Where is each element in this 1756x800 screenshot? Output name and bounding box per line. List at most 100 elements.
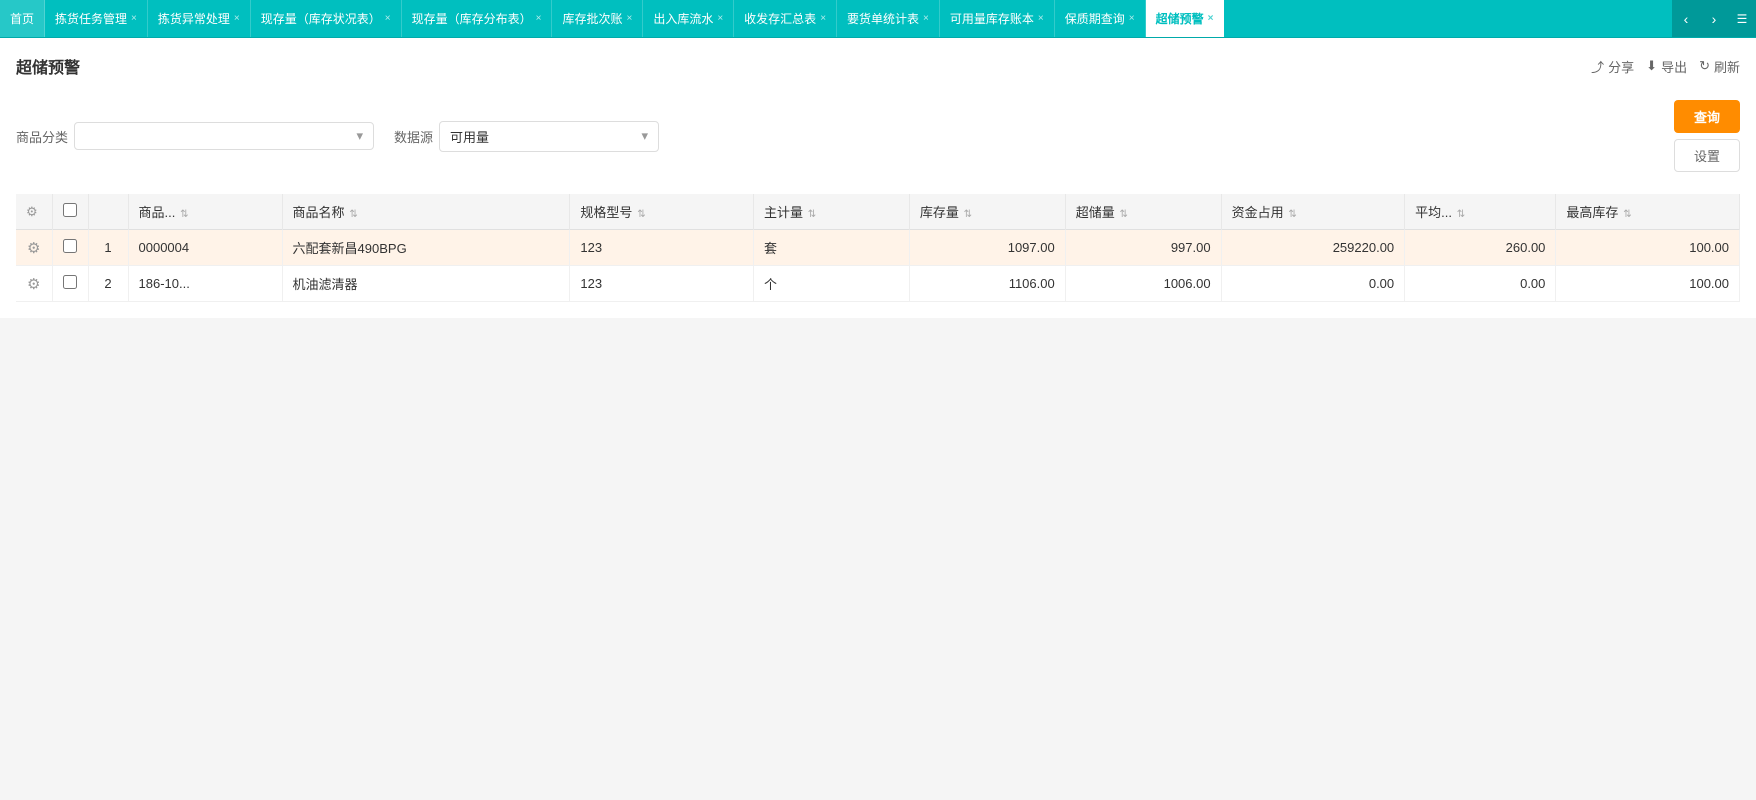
category-select[interactable]: ▾ (74, 122, 374, 150)
chevron-down-icon: ▾ (356, 128, 363, 144)
settings-button[interactable]: 设置 (1674, 139, 1740, 172)
sort-icon-product_name: ⇅ (347, 209, 358, 220)
tab-close-icon[interactable]: × (131, 13, 137, 24)
nav-tab-collect-send[interactable]: 收发存汇总表× (734, 0, 837, 38)
nav-tab-label: 现存量（库存分布表） (412, 10, 532, 27)
table-row: ⚙ 1 0000004 六配套新昌490BPG 123 套 1097.00 997.00 259… (16, 230, 1740, 266)
col-header-max_stock[interactable]: 最高库存 ⇅ (1556, 194, 1740, 230)
row-gear-icon[interactable]: ⚙ (26, 239, 42, 257)
table-body: ⚙ 1 0000004 六配套新昌490BPG 123 套 1097.00 997.00 259… (16, 230, 1740, 302)
cell-checkbox (52, 266, 88, 302)
col-header-avg[interactable]: 平均... ⇅ (1405, 194, 1556, 230)
nav-arrow-more[interactable]: ☰ (1728, 0, 1756, 38)
tab-close-icon[interactable]: × (626, 13, 632, 24)
stock-qty: 1106.00 (1009, 276, 1055, 291)
cell-avg: 0.00 (1405, 266, 1556, 302)
cell-unit: 套 (753, 230, 909, 266)
product-name: 六配套新昌490BPG (293, 241, 407, 256)
nav-tab-available-stock[interactable]: 可用量库存账本× (940, 0, 1055, 38)
col-label-overstock_qty: 超储量 (1076, 205, 1115, 220)
tab-close-icon[interactable]: × (1208, 13, 1214, 24)
product-spec: 123 (580, 240, 602, 255)
nav-tab-task-mgmt[interactable]: 拣货任务管理 × (45, 0, 148, 38)
col-header-overstock_qty[interactable]: 超储量 ⇅ (1065, 194, 1221, 230)
refresh-button[interactable]: ↻ 刷新 (1699, 57, 1740, 76)
col-label-spec: 规格型号 (580, 205, 632, 220)
nav-tab-order-stat[interactable]: 要货单统计表× (837, 0, 940, 38)
nav-arrow-right[interactable]: › (1700, 0, 1728, 38)
product-code: 0000004 (139, 240, 190, 255)
col-header-checkbox (52, 194, 88, 230)
col-header-product_name[interactable]: 商品名称 ⇅ (282, 194, 570, 230)
sort-icon-max_stock: ⇅ (1620, 209, 1631, 220)
datasource-value: 可用量 (450, 127, 489, 146)
product-unit: 套 (764, 241, 777, 256)
nav-tab-abnormal[interactable]: 拣货异常处理 × (148, 0, 251, 38)
stock-qty: 1097.00 (1008, 240, 1055, 255)
nav-tab-label: 保质期查询 (1065, 10, 1125, 27)
col-header-stock_qty[interactable]: 库存量 ⇅ (909, 194, 1065, 230)
row-checkbox[interactable] (63, 239, 77, 253)
cell-product_code: 186-10... (128, 266, 282, 302)
col-label-product_name: 商品名称 (293, 205, 345, 220)
tab-close-icon[interactable]: × (820, 13, 826, 24)
col-header-product_code[interactable]: 商品... ⇅ (128, 194, 282, 230)
avg-value: 0.00 (1520, 276, 1545, 291)
tab-close-icon[interactable]: × (1129, 13, 1135, 24)
nav-tab-quality-check[interactable]: 保质期查询 × (1055, 0, 1146, 38)
datasource-label: 数据源 (394, 127, 433, 146)
tab-close-icon[interactable]: × (717, 13, 723, 24)
max-stock: 100.00 (1689, 240, 1729, 255)
nav-tab-inout-flow[interactable]: 出入库流水 × (643, 0, 734, 38)
share-button[interactable]: ⤴ 分享 (1591, 57, 1634, 76)
tab-close-icon[interactable]: × (536, 13, 542, 24)
settings-gear-icon[interactable]: ⚙ (26, 204, 38, 219)
nav-tab-home[interactable]: 首页 (0, 0, 45, 38)
tab-close-icon[interactable]: × (1038, 13, 1044, 24)
product-code: 186-10... (139, 276, 190, 291)
col-label-stock_qty: 库存量 (920, 205, 959, 220)
nav-tab-stock-status[interactable]: 现存量（库存状况表）× (251, 0, 402, 38)
cell-max_stock: 100.00 (1556, 230, 1740, 266)
sort-icon-spec: ⇅ (634, 209, 645, 220)
sort-icon-stock_qty: ⇅ (961, 209, 972, 220)
nav-tab-label: 拣货任务管理 (55, 10, 127, 27)
cell-unit: 个 (753, 266, 909, 302)
capital-used: 259220.00 (1333, 240, 1394, 255)
query-button[interactable]: 查询 (1674, 100, 1740, 133)
capital-used: 0.00 (1369, 276, 1394, 291)
cell-product_name: 机油滤清器 (282, 266, 570, 302)
sort-icon-avg: ⇅ (1454, 209, 1465, 220)
col-label-max_stock: 最高库存 (1566, 205, 1618, 220)
nav-tab-overstock-warn[interactable]: 超储预警× (1146, 0, 1225, 38)
nav-tab-stock-batch[interactable]: 库存批次账× (552, 0, 643, 38)
select-all-checkbox[interactable] (63, 203, 77, 217)
nav-tab-label: 拣货异常处理 (158, 10, 230, 27)
tab-close-icon[interactable]: × (923, 13, 929, 24)
table-row: ⚙2186-10...机油滤清器123个1106.001006.000.000.… (16, 266, 1740, 302)
category-label: 商品分类 (16, 127, 68, 146)
export-button[interactable]: ⬇ 导出 (1646, 57, 1687, 76)
nav-tab-label: 出入库流水 (653, 10, 713, 27)
row-checkbox[interactable] (63, 275, 77, 289)
tab-close-icon[interactable]: × (234, 13, 240, 24)
sort-icon-unit: ⇅ (805, 209, 816, 220)
row-gear-icon[interactable]: ⚙ (26, 275, 42, 293)
product-unit: 个 (764, 277, 777, 292)
share-icon: ⤴ (1591, 57, 1604, 76)
filter-area: 商品分类 ▾ 数据源 可用量 ▾ 查询 设置 (16, 92, 1740, 180)
cell-capital_used: 259220.00 (1221, 230, 1405, 266)
datasource-select[interactable]: 可用量 ▾ (439, 121, 659, 152)
tab-close-icon[interactable]: × (385, 13, 391, 24)
col-label-product_code: 商品... (139, 205, 176, 220)
col-header-spec[interactable]: 规格型号 ⇅ (570, 194, 754, 230)
col-header-unit[interactable]: 主计量 ⇅ (753, 194, 909, 230)
nav-arrow-left[interactable]: ‹ (1672, 0, 1700, 38)
cell-checkbox (52, 230, 88, 266)
cell-overstock_qty: 1006.00 (1065, 266, 1221, 302)
col-header-capital_used[interactable]: 资金占用 ⇅ (1221, 194, 1405, 230)
overstock-qty: 997.00 (1171, 240, 1211, 255)
cell-index: 1 (88, 230, 128, 266)
product-name: 机油滤清器 (293, 277, 358, 292)
nav-tab-stock-dist[interactable]: 现存量（库存分布表） × (402, 0, 553, 38)
